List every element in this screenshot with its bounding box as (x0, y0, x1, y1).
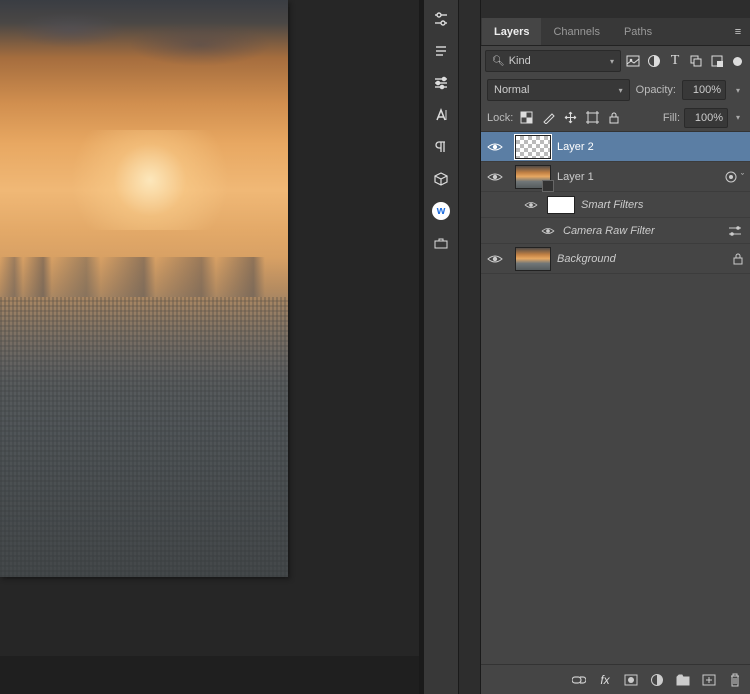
filter-toggle-icon[interactable] (733, 57, 742, 66)
visibility-toggle[interactable] (521, 200, 541, 210)
layer-mask-icon[interactable] (622, 671, 640, 689)
layer-name[interactable]: Layer 2 (557, 141, 744, 153)
kind-filter-select[interactable]: 🔍︎ Kind ▾ (485, 50, 621, 72)
filter-smart-icon[interactable] (708, 52, 726, 70)
filter-shape-icon[interactable] (687, 52, 705, 70)
search-icon: 🔍︎ (492, 56, 505, 67)
lock-transparent-icon[interactable] (517, 109, 535, 127)
opacity-value: 100% (693, 84, 721, 96)
panel-menu-icon[interactable]: ≡ (732, 26, 750, 38)
briefcase-icon[interactable] (426, 228, 456, 258)
lock-label: Lock: (487, 112, 513, 124)
filter-type-icon[interactable]: T (666, 52, 684, 70)
blend-row: Normal ▾ Opacity: 100% ▾ (481, 76, 750, 104)
smart-object-icon[interactable] (725, 171, 737, 183)
visibility-toggle[interactable] (481, 141, 509, 153)
adjustment-layer-icon[interactable] (648, 671, 666, 689)
link-layers-icon[interactable] (570, 671, 588, 689)
lock-brush-icon[interactable] (539, 109, 557, 127)
tab-paths[interactable]: Paths (612, 18, 664, 45)
paragraph-icon[interactable] (426, 132, 456, 162)
list-icon[interactable] (426, 36, 456, 66)
panel-tabs: Layers Channels Paths ≡ (481, 18, 750, 46)
lock-all-icon[interactable] (605, 109, 623, 127)
camera-raw-filter-label[interactable]: Camera Raw Filter (563, 225, 722, 237)
smart-filters-row[interactable]: Smart Filters (481, 192, 750, 218)
filter-image-icon[interactable] (624, 52, 642, 70)
layer-row-layer2[interactable]: Layer 2 (481, 132, 750, 162)
properties-icon[interactable] (426, 68, 456, 98)
chevron-down-icon: ▾ (610, 57, 614, 66)
layers-bottom-bar: fx (481, 664, 750, 694)
lock-position-icon[interactable] (561, 109, 579, 127)
layer-row-layer1[interactable]: Layer 1 ˇ (481, 162, 750, 192)
cube-icon[interactable] (426, 164, 456, 194)
filter-adjustment-icon[interactable] (645, 52, 663, 70)
layer-style-icon[interactable]: fx (596, 671, 614, 689)
blend-mode-value: Normal (494, 84, 529, 96)
blend-mode-select[interactable]: Normal ▾ (487, 79, 630, 101)
new-layer-icon[interactable] (700, 671, 718, 689)
fill-dropdown-icon[interactable]: ▾ (732, 108, 744, 128)
layers-panel: Layers Channels Paths ≡ 🔍︎ Kind ▾ T Norm… (481, 0, 750, 694)
camera-raw-filter-row[interactable]: Camera Raw Filter (481, 218, 750, 244)
lock-row: Lock: Fill: 100% ▾ (481, 104, 750, 132)
filter-row: 🔍︎ Kind ▾ T (481, 46, 750, 76)
filter-blend-icon[interactable] (728, 225, 742, 237)
vertical-toolbar: w (423, 0, 459, 694)
smart-filters-label: Smart Filters (581, 199, 643, 211)
delete-layer-icon[interactable] (726, 671, 744, 689)
lock-artboard-icon[interactable] (583, 109, 601, 127)
filter-mask-thumbnail[interactable] (547, 196, 575, 214)
opacity-dropdown-icon[interactable]: ▾ (732, 80, 744, 100)
fill-label: Fill: (663, 112, 680, 124)
opacity-field[interactable]: 100% (682, 80, 726, 100)
layer-thumbnail[interactable] (515, 247, 551, 271)
layer-list: Layer 2 Layer 1 ˇ Smart Filte (481, 132, 750, 664)
layer-thumbnail[interactable] (515, 165, 551, 189)
layer-name[interactable]: Layer 1 (557, 171, 719, 183)
visibility-toggle[interactable] (539, 226, 557, 236)
kind-filter-label: Kind (509, 55, 531, 67)
type-icon[interactable] (426, 100, 456, 130)
opacity-label: Opacity: (636, 84, 676, 96)
lock-icon[interactable] (732, 253, 744, 265)
layer-thumbnail[interactable] (515, 135, 551, 159)
fill-value: 100% (695, 112, 723, 124)
chevron-down-icon: ▾ (619, 86, 623, 95)
layer-name[interactable]: Background (557, 253, 726, 265)
fill-field[interactable]: 100% (684, 108, 728, 128)
layer-row-background[interactable]: Background (481, 244, 750, 274)
visibility-toggle[interactable] (481, 253, 509, 265)
tab-channels[interactable]: Channels (541, 18, 611, 45)
adjustments-icon[interactable] (426, 4, 456, 34)
web-icon[interactable]: w (426, 196, 456, 226)
expand-icon[interactable]: ˇ (741, 172, 744, 182)
canvas-area[interactable] (0, 0, 419, 694)
visibility-toggle[interactable] (481, 171, 509, 183)
tab-layers[interactable]: Layers (482, 18, 541, 45)
group-icon[interactable] (674, 671, 692, 689)
